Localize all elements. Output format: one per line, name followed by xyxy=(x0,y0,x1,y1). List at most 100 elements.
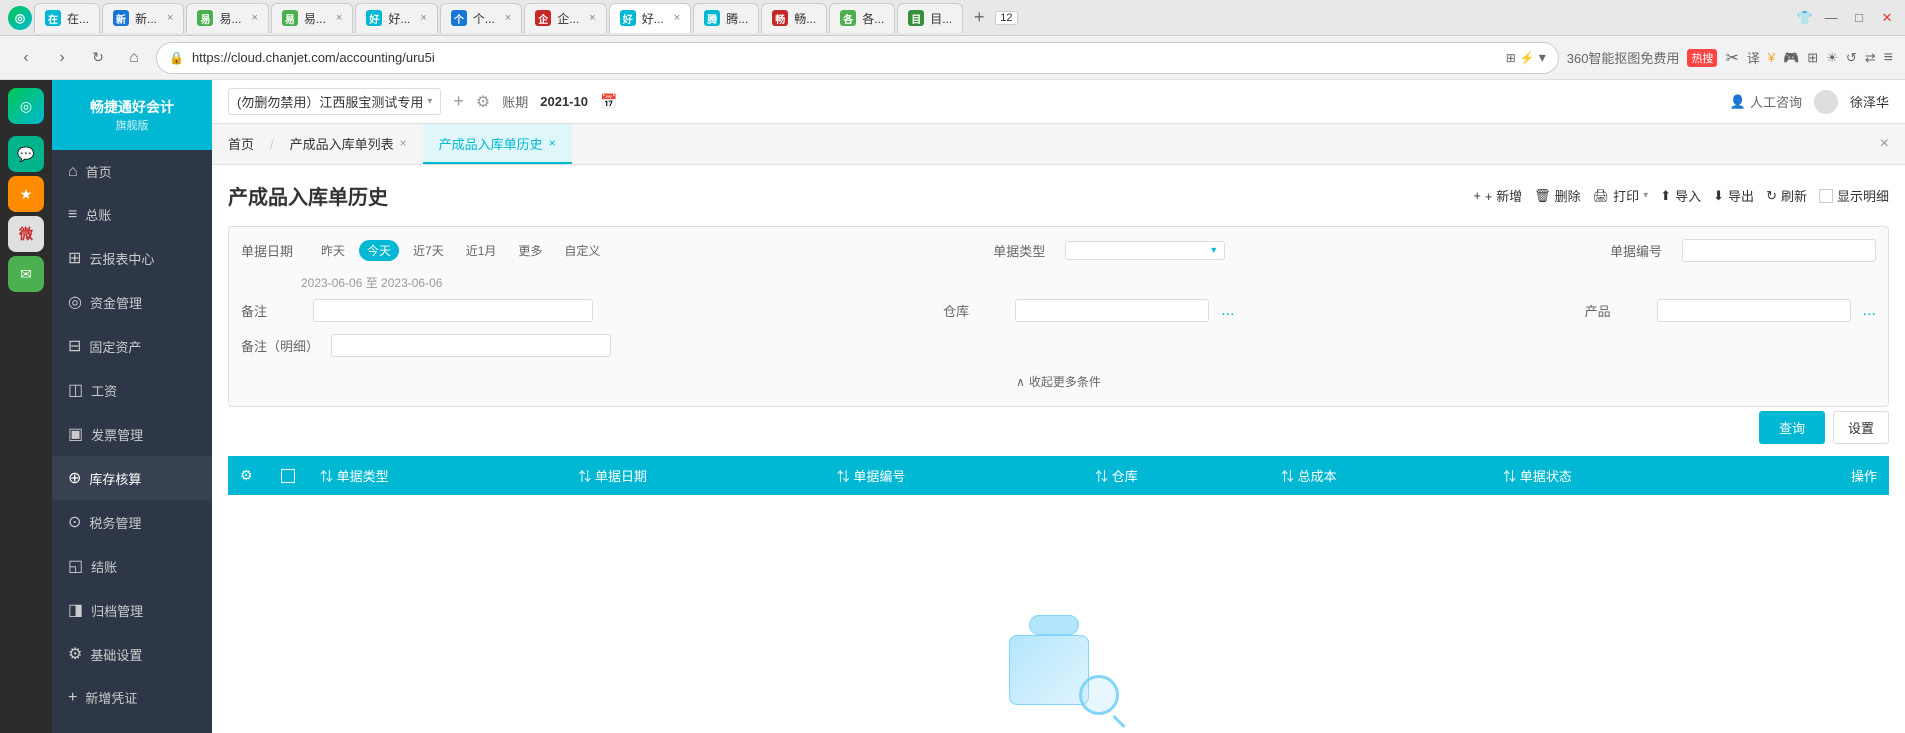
col-doc-type[interactable]: ⇅ 单据类型 xyxy=(308,456,566,495)
scissors-icon[interactable]: ✂ xyxy=(1725,48,1738,68)
tab-3[interactable]: 易 易... × xyxy=(186,3,268,33)
col-doc-date[interactable]: ⇅ 单据日期 xyxy=(566,456,824,495)
menu-icon[interactable]: ≡ xyxy=(1884,49,1893,67)
weibo-icon[interactable]: 微 xyxy=(8,216,44,252)
shirt-icon[interactable]: 👕 xyxy=(1797,10,1813,26)
add-icon[interactable]: + xyxy=(453,91,464,112)
tab-close-8[interactable]: × xyxy=(674,12,680,24)
filter-settings-button[interactable]: 设置 xyxy=(1833,411,1889,444)
tab-2[interactable]: 新 新... × xyxy=(102,3,184,33)
tab-close-7[interactable]: × xyxy=(589,12,595,24)
org-select[interactable]: (勿删勿禁用）江西服宝测试专用 ▾ xyxy=(228,88,441,115)
dropdown-icon[interactable]: ▾ xyxy=(1539,49,1546,66)
breadcrumb-list[interactable]: 产成品入库单列表 × xyxy=(274,124,423,164)
url-bar[interactable]: 🔒 https://cloud.chanjet.com/accounting/u… xyxy=(156,42,1559,74)
breadcrumb-close-2[interactable]: × xyxy=(549,136,556,150)
home-button[interactable]: ⌂ xyxy=(120,44,148,72)
print-button[interactable]: 🖨 打印 ▾ xyxy=(1593,186,1649,205)
col-settings[interactable]: ⚙ xyxy=(228,456,268,495)
refresh-button[interactable]: ↻ xyxy=(84,44,112,72)
sidebar-item-invoice[interactable]: ▣ 发票管理 xyxy=(52,412,212,456)
tab-12[interactable]: 目 目... xyxy=(897,3,963,33)
tab-4[interactable]: 易 易... × xyxy=(271,3,353,33)
sidebar-item-basic-settings[interactable]: ⚙ 基础设置 xyxy=(52,632,212,676)
new-tab-button[interactable]: + xyxy=(965,4,993,32)
chat-icon[interactable]: 💬 xyxy=(8,136,44,172)
user-name[interactable]: 徐泽华 xyxy=(1850,92,1889,111)
col-checkbox[interactable] xyxy=(268,456,308,495)
sync-icon[interactable]: ⇄ xyxy=(1865,50,1876,66)
game-icon[interactable]: 🎮 xyxy=(1783,50,1799,66)
date-btn-yesterday[interactable]: 昨天 xyxy=(313,240,353,261)
maximize-button[interactable]: □ xyxy=(1849,8,1869,28)
sidebar-item-fixed-assets[interactable]: ⊟ 固定资产 xyxy=(52,324,212,368)
tab-5[interactable]: 好 好... × xyxy=(355,3,437,33)
calendar-icon[interactable]: 📅 xyxy=(600,93,617,110)
add-button[interactable]: + + 新增 xyxy=(1473,186,1522,205)
back-button[interactable]: ‹ xyxy=(12,44,40,72)
note-input[interactable] xyxy=(313,299,593,322)
tab-close-4[interactable]: × xyxy=(336,12,342,24)
doc-no-input[interactable] xyxy=(1682,239,1876,262)
col-warehouse[interactable]: ⇅ 仓库 xyxy=(1083,456,1269,495)
breadcrumb-close-1[interactable]: × xyxy=(400,136,407,150)
sidebar-item-checkout[interactable]: ◱ 结账 xyxy=(52,544,212,588)
date-btn-custom[interactable]: 自定义 xyxy=(556,240,608,261)
star-icon[interactable]: ★ xyxy=(8,176,44,212)
tab-9[interactable]: 腾 腾... xyxy=(693,3,759,33)
sidebar-item-general-ledger[interactable]: ≡ 总账 xyxy=(52,193,212,236)
export-button[interactable]: ⬇ 导出 xyxy=(1713,186,1754,205)
breadcrumb-history[interactable]: 产成品入库单历史 × xyxy=(423,124,572,164)
panel-close-button[interactable]: × xyxy=(1880,135,1889,153)
tab-8[interactable]: 好 好... × xyxy=(609,3,691,33)
tab-close-6[interactable]: × xyxy=(505,12,511,24)
tab-7[interactable]: 企 企... × xyxy=(524,3,606,33)
sidebar-item-salary[interactable]: ◫ 工资 xyxy=(52,368,212,412)
col-total-cost[interactable]: ⇅ 总成本 xyxy=(1269,456,1491,495)
sidebar-item-inventory[interactable]: ⊕ 库存核算 xyxy=(52,456,212,500)
currency-icon[interactable]: ¥ xyxy=(1768,50,1775,65)
logo-icon[interactable]: ◎ xyxy=(8,88,44,124)
tab-11[interactable]: 各 各... xyxy=(829,3,895,33)
tab-close-3[interactable]: × xyxy=(251,12,257,24)
date-btn-week[interactable]: 近7天 xyxy=(405,240,452,261)
sidebar-item-archive[interactable]: ◨ 归档管理 xyxy=(52,588,212,632)
header-checkbox[interactable] xyxy=(281,469,295,483)
delete-button[interactable]: 🗑 删除 xyxy=(1534,186,1581,205)
warehouse-input[interactable] xyxy=(1015,299,1209,322)
close-button[interactable]: ✕ xyxy=(1877,8,1897,28)
note-detail-input[interactable] xyxy=(331,334,611,357)
refresh-button[interactable]: ↻ 刷新 xyxy=(1766,186,1807,205)
tab-6[interactable]: 个 个... × xyxy=(440,3,522,33)
show-detail-checkbox[interactable] xyxy=(1819,189,1833,203)
user-service-btn[interactable]: 👤 人工咨询 xyxy=(1730,92,1802,111)
breadcrumb-home[interactable]: 首页 xyxy=(212,124,270,164)
import-button[interactable]: ⬆ 导入 xyxy=(1660,186,1701,205)
settings-icon[interactable]: ⚙ xyxy=(476,92,490,112)
sidebar-item-cloud-report[interactable]: ⊞ 云报表中心 xyxy=(52,236,212,280)
tab-close-2[interactable]: × xyxy=(167,12,173,24)
sidebar-item-fund[interactable]: ◎ 资金管理 xyxy=(52,280,212,324)
sidebar-item-home[interactable]: ⌂ 首页 xyxy=(52,150,212,193)
show-detail-toggle[interactable]: 显示明细 xyxy=(1819,186,1889,205)
mail-icon[interactable]: ✉ xyxy=(8,256,44,292)
brightness-icon[interactable]: ☀ xyxy=(1826,50,1838,66)
grid-view-icon[interactable]: ⊞ xyxy=(1807,50,1818,66)
sidebar-item-new-voucher[interactable]: + 新增凭证 xyxy=(52,676,212,719)
date-btn-more[interactable]: 更多 xyxy=(510,240,550,261)
product-input[interactable] xyxy=(1657,299,1851,322)
col-doc-no[interactable]: ⇅ 单据编号 xyxy=(825,456,1083,495)
tab-1[interactable]: 在 在... xyxy=(34,3,100,33)
tab-10[interactable]: 畅 畅... xyxy=(761,3,827,33)
translate-icon[interactable]: 译 xyxy=(1747,48,1760,67)
product-dots[interactable]: ... xyxy=(1863,302,1876,320)
query-button[interactable]: 查询 xyxy=(1759,411,1825,444)
minimize-button[interactable]: — xyxy=(1821,8,1841,28)
doc-type-select[interactable]: ▾ xyxy=(1065,241,1225,260)
tab-close-5[interactable]: × xyxy=(420,12,426,24)
undo-icon[interactable]: ↺ xyxy=(1846,50,1857,66)
sidebar-item-tax[interactable]: ⊙ 税务管理 xyxy=(52,500,212,544)
date-btn-month[interactable]: 近1月 xyxy=(458,240,505,261)
forward-button[interactable]: › xyxy=(48,44,76,72)
warehouse-dots[interactable]: ... xyxy=(1221,302,1234,320)
